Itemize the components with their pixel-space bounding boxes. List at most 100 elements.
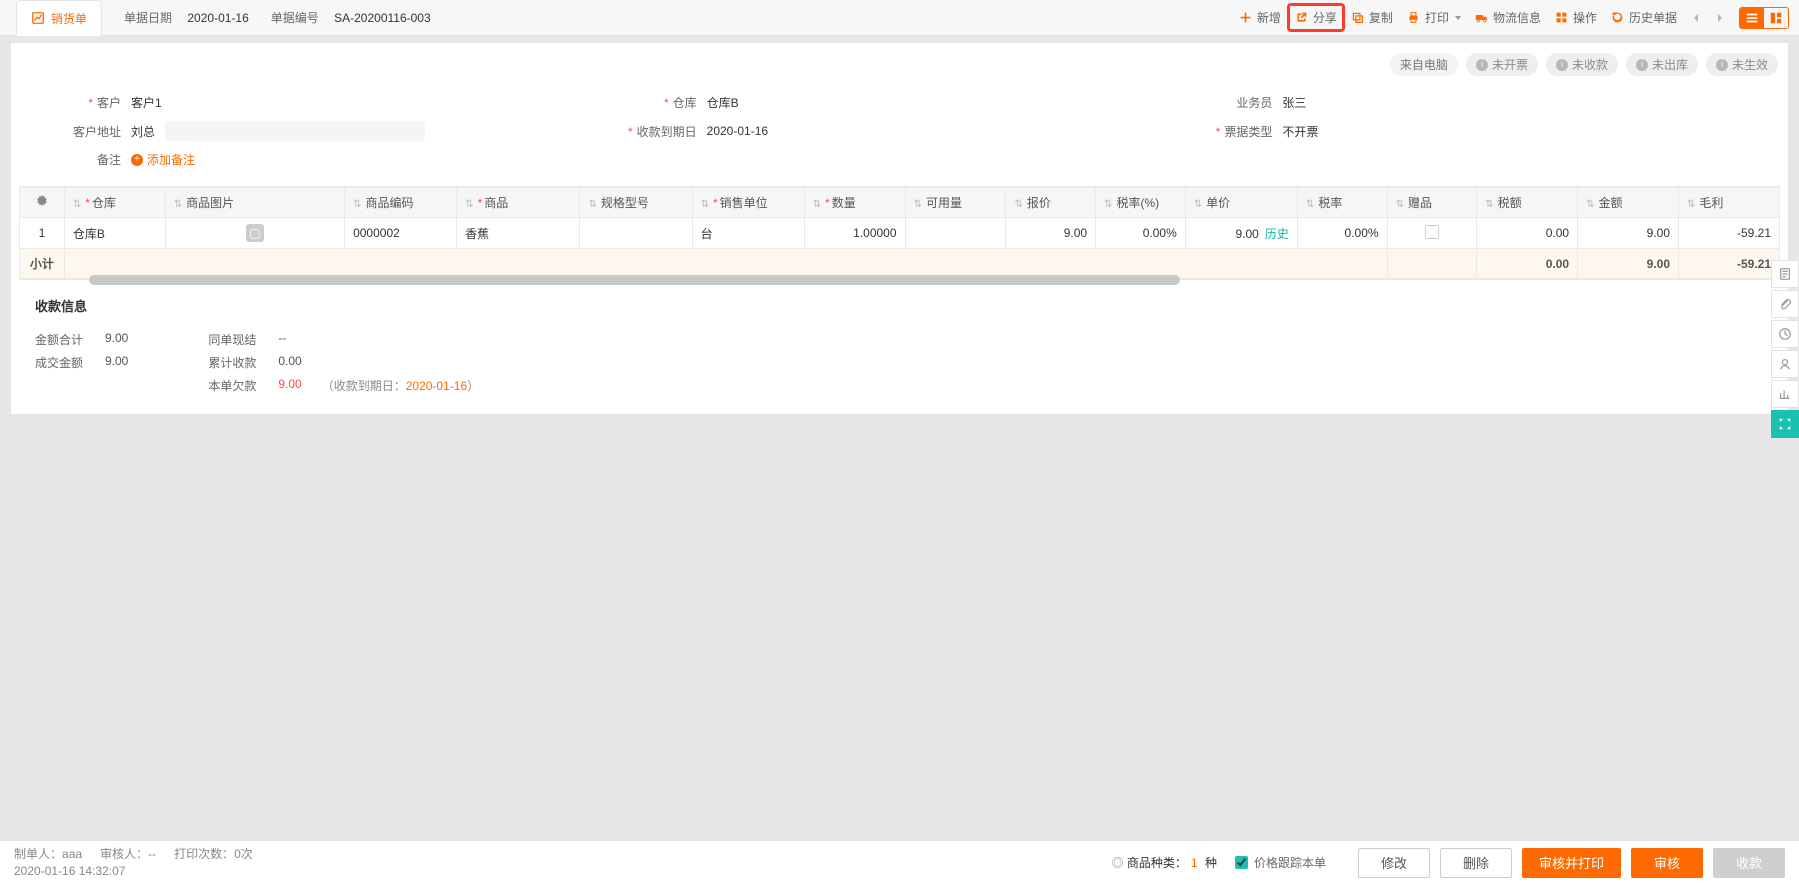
tab-sales-order[interactable]: 销货单 (16, 0, 102, 36)
status-uninvoiced[interactable]: i未开票 (1466, 53, 1538, 76)
gift-checkbox[interactable] (1425, 225, 1439, 239)
col-unit-price[interactable]: ⇅单价 (1185, 188, 1297, 218)
subtotal-row: 小计 0.00 9.00 -59.21 (20, 249, 1780, 279)
status-ineffective[interactable]: i未生效 (1706, 53, 1778, 76)
cell-tax-amount: 0.00 (1477, 218, 1578, 249)
cell-image[interactable]: ▢ (165, 218, 344, 249)
subtotal-amount: 9.00 (1578, 249, 1679, 279)
price-track-checkbox[interactable]: 价格跟踪本单 (1235, 854, 1326, 871)
history-button[interactable]: 历史单据 (1605, 5, 1683, 30)
payment-deal: 成交金额9.00 (35, 354, 128, 371)
form-grid: 客户客户1 仓库仓库B 业务员张三 客户地址 刘总 收款到期日2020-01-1… (11, 80, 1788, 186)
history-icon (1611, 11, 1625, 25)
rail-note-button[interactable] (1771, 260, 1799, 288)
copy-icon (1351, 11, 1365, 25)
col-image[interactable]: ⇅商品图片 (165, 188, 344, 218)
horizontal-scrollbar[interactable] (89, 275, 1180, 285)
col-warehouse[interactable]: ⇅仓库 (64, 188, 165, 218)
payment-section: 收款信息 金额合计9.00 成交金额9.00 同单现结-- 累计收款0.00 本… (11, 280, 1788, 408)
truck-icon (1475, 11, 1489, 25)
logistics-button[interactable]: 物流信息 (1469, 5, 1547, 30)
table-row[interactable]: 1 仓库B ▢ 0000002 香蕉 台 1.00000 9.00 0.00% … (20, 218, 1780, 249)
row-index: 1 (20, 218, 65, 249)
cell-tax-rate: 0.00% (1297, 218, 1387, 249)
cell-sale-unit: 台 (692, 218, 804, 249)
col-available[interactable]: ⇅可用量 (905, 188, 1006, 218)
col-qty[interactable]: ⇅数量 (804, 188, 905, 218)
top-bar: 销货单 单据日期 2020-01-16 单据编号 SA-20200116-003… (0, 0, 1799, 36)
field-warehouse: 仓库仓库B (627, 94, 1173, 111)
footer-bar: 制单人：aaa 审核人：-- 打印次数：0次 2020-01-16 14:32:… (0, 840, 1799, 884)
rail-expand-button[interactable] (1771, 410, 1799, 438)
cell-amount: 9.00 (1578, 218, 1679, 249)
table-header-row: ⇅仓库 ⇅商品图片 ⇅商品编码 ⇅商品 ⇅规格型号 ⇅销售单位 ⇅数量 ⇅可用量… (20, 188, 1780, 218)
col-tax-amount[interactable]: ⇅税额 (1477, 188, 1578, 218)
cell-unit-price: 9.00历史 (1185, 218, 1297, 249)
side-rail (1771, 260, 1799, 438)
col-product[interactable]: ⇅商品 (457, 188, 580, 218)
doc-date: 单据日期 2020-01-16 (124, 9, 249, 26)
printer-icon (1407, 11, 1421, 25)
share-button[interactable]: 分享 (1289, 5, 1343, 30)
footer-timestamp: 2020-01-16 14:32:07 (14, 863, 125, 880)
cell-tax-rate-pct: 0.00% (1096, 218, 1186, 249)
cell-quote: 9.00 (1006, 218, 1096, 249)
prev-record-button[interactable] (1685, 7, 1707, 29)
payment-total: 金额合计9.00 (35, 331, 128, 348)
operate-button[interactable]: 操作 (1549, 5, 1603, 30)
view-card-button[interactable] (1764, 8, 1788, 28)
cell-available (905, 218, 1006, 249)
footer-meta: 制单人：aaa 审核人：-- 打印次数：0次 2020-01-16 14:32:… (14, 846, 253, 880)
payment-title: 收款信息 (35, 296, 1764, 315)
price-history-link[interactable]: 历史 (1265, 227, 1289, 241)
col-amount[interactable]: ⇅金额 (1578, 188, 1679, 218)
status-unpaid[interactable]: i未收款 (1546, 53, 1618, 76)
col-tax-rate[interactable]: ⇅税率 (1297, 188, 1387, 218)
toolbar: 新增 分享 复制 打印 物流信息 操作 历史单据 (1233, 5, 1789, 30)
col-spec[interactable]: ⇅规格型号 (580, 188, 692, 218)
audit-button[interactable]: 审核 (1631, 848, 1703, 878)
print-button[interactable]: 打印 (1401, 5, 1467, 30)
status-source: 来自电脑 (1390, 53, 1458, 76)
cell-code: 0000002 (345, 218, 457, 249)
footer-kind-count: ◎ 商品种类：1 种 (1112, 854, 1217, 871)
col-sale-unit[interactable]: ⇅销售单位 (692, 188, 804, 218)
col-quote[interactable]: ⇅报价 (1006, 188, 1096, 218)
receive-button[interactable]: 收款 (1713, 848, 1785, 878)
delete-button[interactable]: 删除 (1440, 848, 1512, 878)
field-customer-address: 客户地址 刘总 (51, 121, 597, 141)
subtotal-tax-amount: 0.00 (1477, 249, 1578, 279)
status-unshipped[interactable]: i未出库 (1626, 53, 1698, 76)
view-list-button[interactable] (1740, 8, 1764, 28)
col-tax-rate-pct[interactable]: ⇅税率(%) (1096, 188, 1186, 218)
rail-time-button[interactable] (1771, 320, 1799, 348)
payment-same-bill: 同单现结-- (208, 331, 479, 348)
status-row: 来自电脑 i未开票 i未收款 i未出库 i未生效 (11, 43, 1788, 80)
rail-attach-button[interactable] (1771, 290, 1799, 318)
rail-chart-button[interactable] (1771, 380, 1799, 408)
payment-owed: 本单欠款 9.00 （收款到期日：2020-01-16） (208, 377, 479, 394)
items-table: ⇅仓库 ⇅商品图片 ⇅商品编码 ⇅商品 ⇅规格型号 ⇅销售单位 ⇅数量 ⇅可用量… (19, 187, 1780, 279)
field-salesman: 业务员张三 (1202, 94, 1748, 111)
footer-actions: 修改 删除 审核并打印 审核 收款 (1358, 848, 1785, 878)
col-code[interactable]: ⇅商品编码 (345, 188, 457, 218)
col-gross[interactable]: ⇅毛利 (1679, 188, 1780, 218)
audit-print-button[interactable]: 审核并打印 (1522, 848, 1621, 878)
add-remark-button[interactable]: +添加备注 (131, 151, 195, 168)
field-pay-due: 收款到期日2020-01-16 (627, 121, 1173, 141)
modify-button[interactable]: 修改 (1358, 848, 1430, 878)
copy-button[interactable]: 复制 (1345, 5, 1399, 30)
cell-qty: 1.00000 (804, 218, 905, 249)
view-switch (1739, 7, 1789, 29)
col-gift[interactable]: ⇅赠品 (1387, 188, 1477, 218)
table-settings-button[interactable] (20, 188, 65, 218)
rail-user-button[interactable] (1771, 350, 1799, 378)
chevron-down-icon (1455, 16, 1461, 20)
tab-label: 销货单 (51, 10, 87, 27)
field-remark: 备注 +添加备注 (51, 151, 597, 168)
field-customer: 客户客户1 (51, 94, 597, 111)
subtotal-label: 小计 (20, 249, 65, 279)
cell-gift[interactable] (1387, 218, 1477, 249)
new-button[interactable]: 新增 (1233, 5, 1287, 30)
next-record-button[interactable] (1709, 7, 1731, 29)
